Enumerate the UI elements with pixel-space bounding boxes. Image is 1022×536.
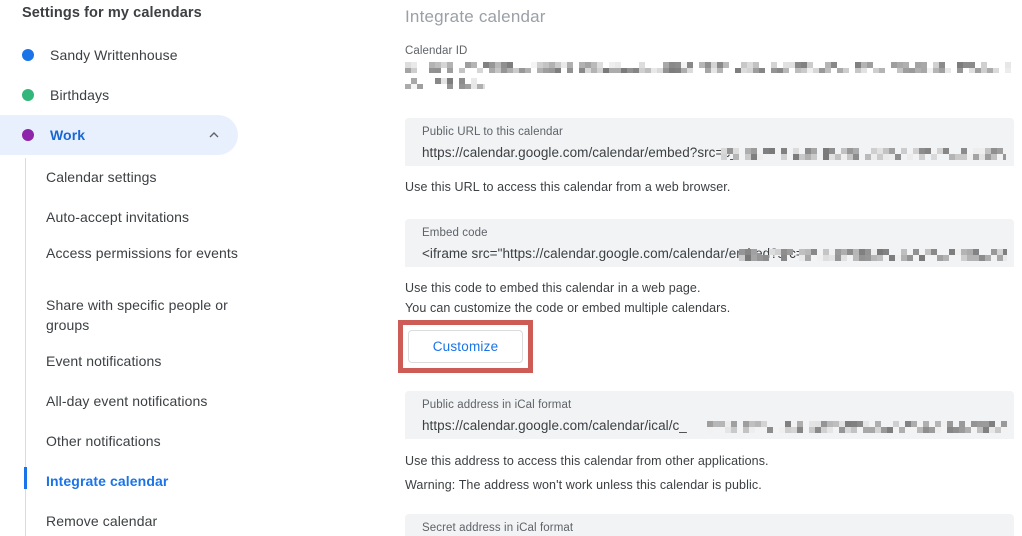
public-url-field[interactable]: Public URL to this calendar https://cale… xyxy=(405,118,1014,166)
embed-code-field[interactable]: Embed code <iframe src="https://calendar… xyxy=(405,219,1014,267)
sidebar-item-calendar-settings[interactable]: Calendar settings xyxy=(46,167,246,187)
public-ical-field[interactable]: Public address in iCal format https://ca… xyxy=(405,391,1014,439)
customize-button[interactable]: Customize xyxy=(408,330,523,363)
sidebar-item-access-permissions[interactable]: Access permissions for events xyxy=(46,243,246,263)
secret-ical-label: Secret address in iCal format xyxy=(422,522,574,534)
embed-code-helper-1: Use this code to embed this calendar in … xyxy=(405,281,701,295)
public-ical-helper-2: Warning: The address won't work unless t… xyxy=(405,478,762,492)
main-content: Integrate calendar Calendar ID Public UR… xyxy=(395,0,1022,536)
public-ical-helper-1: Use this address to access this calendar… xyxy=(405,454,769,468)
secret-ical-field[interactable]: Secret address in iCal format xyxy=(405,514,1014,536)
public-ical-redacted-tail xyxy=(707,421,1007,433)
sidebar-calendar-sandy-writtenhouse[interactable]: Sandy Writtenhouse xyxy=(0,35,238,75)
sidebar-item-integrate-calendar[interactable]: Integrate calendar xyxy=(46,471,246,491)
page-title: Integrate calendar xyxy=(405,7,546,26)
embed-code-helper-2: You can customize the code or embed mult… xyxy=(405,301,731,315)
public-url-label: Public URL to this calendar xyxy=(422,126,563,138)
sidebar-calendar-label: Sandy Writtenhouse xyxy=(50,47,178,63)
public-url-redacted-tail xyxy=(721,148,1006,160)
sidebar-item-remove-calendar[interactable]: Remove calendar xyxy=(46,511,246,531)
integrate-calendar-settings-page: Settings for my calendars Sandy Writtenh… xyxy=(0,0,1022,536)
public-ical-value: https://calendar.google.com/calendar/ica… xyxy=(422,418,687,433)
sidebar-calendar-birthdays[interactable]: Birthdays xyxy=(0,75,238,115)
embed-code-label: Embed code xyxy=(422,227,488,239)
sidebar-item-allday-event-notifications[interactable]: All-day event notifications xyxy=(46,391,246,411)
settings-sidebar: Settings for my calendars Sandy Writtenh… xyxy=(0,0,395,536)
public-ical-label: Public address in iCal format xyxy=(422,399,572,411)
sidebar-item-other-notifications[interactable]: Other notifications xyxy=(46,431,246,451)
sidebar-item-auto-accept-invitations[interactable]: Auto-accept invitations xyxy=(46,207,246,227)
public-url-value: https://calendar.google.com/calendar/emb… xyxy=(422,145,738,160)
chevron-up-icon[interactable] xyxy=(206,127,222,143)
public-url-helper: Use this URL to access this calendar fro… xyxy=(405,180,731,194)
calendar-color-dot xyxy=(22,129,34,141)
calendar-color-dot xyxy=(22,89,34,101)
calendar-color-dot xyxy=(22,49,34,61)
sidebar-calendar-work[interactable]: Work xyxy=(0,115,238,155)
active-item-indicator xyxy=(24,467,27,489)
sidebar-calendar-label: Birthdays xyxy=(50,87,110,103)
calendar-id-value-redacted[interactable] xyxy=(405,62,1011,73)
embed-code-redacted-tail xyxy=(739,249,1007,261)
sidebar-title: Settings for my calendars xyxy=(22,5,202,21)
calendar-id-caption: Calendar ID xyxy=(405,45,468,57)
sidebar-item-share-with-people[interactable]: Share with specific people or groups xyxy=(46,295,246,335)
sidebar-item-event-notifications[interactable]: Event notifications xyxy=(46,351,246,371)
calendar-id-value-redacted-line2[interactable] xyxy=(405,78,485,89)
sidebar-calendar-label: Work xyxy=(50,127,86,143)
